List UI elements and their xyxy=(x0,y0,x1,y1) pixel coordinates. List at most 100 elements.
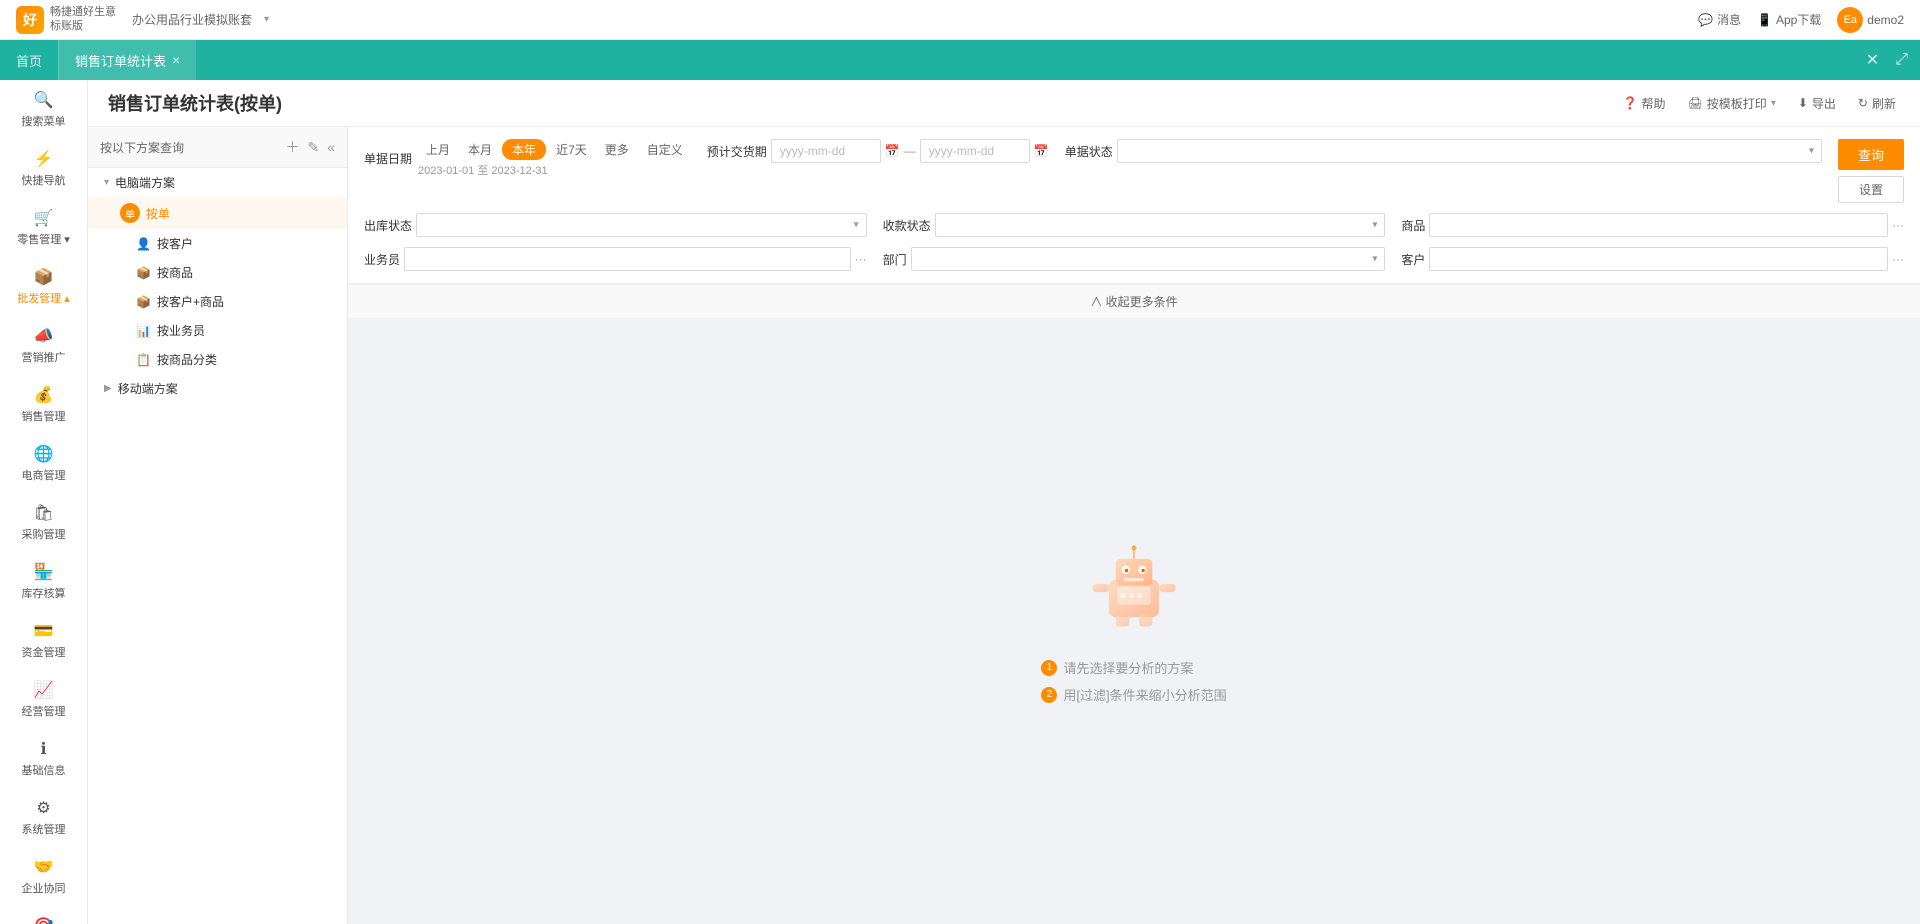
salesperson-input[interactable] xyxy=(404,247,851,271)
print-dropdown-icon: ▾ xyxy=(1771,98,1776,109)
payment-status-select[interactable] xyxy=(935,213,1386,237)
empty-state: 1 请先选择要分析的方案 2 用[过滤]条件来缩小分析范围 xyxy=(348,318,1920,924)
expected-delivery-start[interactable] xyxy=(771,139,881,163)
export-button[interactable]: ⬇ 导出 xyxy=(1794,93,1840,114)
refresh-button[interactable]: ↻ 刷新 xyxy=(1854,93,1900,114)
sidebar-item-retail[interactable]: 🛒 零售管理 ▾ xyxy=(0,198,87,257)
department-group: 部门 xyxy=(883,247,1386,271)
empty-tip-1: 1 请先选择要分析的方案 xyxy=(1041,658,1226,677)
ship-status-select[interactable] xyxy=(416,213,867,237)
user-profile[interactable]: Ea demo2 xyxy=(1837,7,1904,33)
tree-section-mobile[interactable]: ▶ 移动端方案 xyxy=(88,374,347,403)
sidebar-item-purchase[interactable]: 🛍 采购管理 xyxy=(0,493,87,552)
newbie-icon: 🎯 xyxy=(34,916,54,924)
sidebar-item-wholesale[interactable]: 📦 批发管理 ▴ xyxy=(0,257,87,316)
customer-input[interactable] xyxy=(1429,247,1888,271)
order-status-select-wrap xyxy=(1117,139,1822,163)
sidebar-item-inventory[interactable]: 🏪 库存核算 xyxy=(0,552,87,611)
maximize-window-icon[interactable]: ⤢ xyxy=(1891,47,1912,73)
cust-prod-node-icon: 📦 xyxy=(136,295,151,309)
filter-row-1: 单据日期 上月 本月 本年 近7天 更多 自定义 20 xyxy=(364,139,1904,203)
empty-tip-2: 2 用[过滤]条件来缩小分析范围 xyxy=(1041,685,1226,704)
collapse-panel-button[interactable]: « xyxy=(327,139,335,155)
ship-status-label: 出库状态 xyxy=(364,217,412,234)
calendar-start-icon[interactable]: 📅 xyxy=(885,144,900,158)
payment-status-select-wrap xyxy=(935,213,1386,237)
sidebar-item-system[interactable]: ⚙ 系统管理 xyxy=(0,788,87,847)
date-filter-group: 单据日期 上月 本月 本年 近7天 更多 自定义 20 xyxy=(364,139,691,178)
page-title: 销售订单统计表(按单) xyxy=(108,90,282,116)
template-print-button[interactable]: 🖨 按模板打印 ▾ xyxy=(1684,93,1780,114)
tree-node-by-customer[interactable]: 👤 按客户 xyxy=(104,229,347,258)
salesperson-more-icon[interactable]: ··· xyxy=(855,252,867,266)
collapse-bar[interactable]: ∧ 收起更多条件 xyxy=(348,284,1920,318)
top-title-dropdown-icon[interactable]: ▾ xyxy=(264,14,269,25)
date-btn-last-7[interactable]: 近7天 xyxy=(548,139,595,160)
calendar-end-icon[interactable]: 📅 xyxy=(1034,144,1049,158)
customer-node-icon: 👤 xyxy=(136,237,151,251)
tree-node-label: 按单 xyxy=(146,205,170,222)
avatar: Ea xyxy=(1837,7,1863,33)
purchase-icon: 🛍 xyxy=(33,503,53,523)
tab-home[interactable]: 首页 xyxy=(0,40,58,80)
tree-node-by-order[interactable]: 单 按单 xyxy=(88,197,347,229)
filter-section: 单据日期 上月 本月 本年 近7天 更多 自定义 20 xyxy=(348,127,1920,284)
sales-icon: 💰 xyxy=(34,385,54,405)
sidebar-item-basic-info[interactable]: ℹ 基础信息 xyxy=(0,729,87,788)
sidebar-item-finance[interactable]: 💳 资金管理 xyxy=(0,611,87,670)
settings-button[interactable]: 设置 xyxy=(1838,176,1904,203)
edit-scheme-button[interactable]: ✎ xyxy=(307,139,319,156)
sidebar-item-search[interactable]: 🔍 搜索菜单 xyxy=(0,80,87,139)
filter-row-2: 出库状态 收款状态 xyxy=(364,213,1904,237)
sidebar-item-enterprise[interactable]: 🤝 企业协同 xyxy=(0,847,87,906)
tab-sales-order-stats[interactable]: 销售订单统计表 × xyxy=(58,40,196,80)
category-node-icon: 📋 xyxy=(136,353,151,367)
tree-node-by-category[interactable]: 📋 按商品分类 xyxy=(104,345,347,374)
date-btn-last-month[interactable]: 上月 xyxy=(418,139,458,160)
payment-status-label: 收款状态 xyxy=(883,217,931,234)
product-more-icon[interactable]: ··· xyxy=(1892,218,1904,232)
sidebar-item-sales[interactable]: 💰 销售管理 xyxy=(0,375,87,434)
message-button[interactable]: 💬 消息 xyxy=(1698,11,1741,28)
department-select[interactable] xyxy=(911,247,1386,271)
tip-text-1: 请先选择要分析的方案 xyxy=(1063,658,1193,677)
tree-node-by-salesperson[interactable]: 📊 按业务员 xyxy=(104,316,347,345)
tree-node-by-product[interactable]: 📦 按商品 xyxy=(104,258,347,287)
date-btn-this-month[interactable]: 本月 xyxy=(460,139,500,160)
expected-delivery-end[interactable] xyxy=(920,139,1030,163)
help-button[interactable]: ❓ 帮助 xyxy=(1619,93,1670,114)
tab-close-icon[interactable]: × xyxy=(172,52,180,68)
product-input[interactable] xyxy=(1429,213,1888,237)
tip-num-2: 2 xyxy=(1041,687,1057,703)
tree-node-by-cust-prod[interactable]: 📦 按客户+商品 xyxy=(104,287,347,316)
customer-more-icon[interactable]: ··· xyxy=(1892,252,1904,266)
quick-nav-icon: ⚡ xyxy=(34,149,54,169)
date-btn-this-year[interactable]: 本年 xyxy=(502,139,546,160)
download-icon: 📱 xyxy=(1757,13,1772,27)
print-icon: 🖨 xyxy=(1688,96,1703,110)
date-btn-more[interactable]: 更多 xyxy=(597,139,637,160)
right-panel: 单据日期 上月 本月 本年 近7天 更多 自定义 20 xyxy=(348,127,1920,924)
sidebar-item-newbie[interactable]: 🎯 新手引导 xyxy=(0,906,87,924)
left-panel: 按以下方案查询 ＋ ✎ « ▾ 电脑端方案 单 按单 xyxy=(88,127,348,924)
active-node-badge: 单 xyxy=(120,203,140,223)
sidebar-item-ecommerce[interactable]: 🌐 电商管理 xyxy=(0,434,87,493)
close-window-icon[interactable]: ✕ xyxy=(1862,46,1883,74)
mobile-section-arrow-icon[interactable]: ▶ xyxy=(104,383,112,394)
order-status-select[interactable] xyxy=(1117,139,1822,163)
add-scheme-button[interactable]: ＋ xyxy=(285,137,299,157)
sidebar-item-operations[interactable]: 📈 经营管理 xyxy=(0,670,87,729)
app-download-button[interactable]: 📱 App下载 xyxy=(1757,11,1821,28)
inventory-icon: 🏪 xyxy=(34,562,54,582)
tab-bar-right: ✕ ⤢ xyxy=(1862,40,1920,80)
retail-icon: 🛒 xyxy=(34,208,54,228)
inner-layout: 按以下方案查询 ＋ ✎ « ▾ 电脑端方案 单 按单 xyxy=(88,127,1920,924)
sidebar-item-quick-nav[interactable]: ⚡ 快捷导航 xyxy=(0,139,87,198)
date-btn-custom[interactable]: 自定义 xyxy=(639,139,691,160)
ship-status-select-wrap xyxy=(416,213,867,237)
query-button[interactable]: 查询 xyxy=(1838,139,1904,170)
pc-section-arrow-icon[interactable]: ▾ xyxy=(104,177,109,188)
finance-icon: 💳 xyxy=(34,621,54,641)
salesperson-label: 业务员 xyxy=(364,251,400,268)
sidebar-item-marketing[interactable]: 📣 营销推广 xyxy=(0,316,87,375)
